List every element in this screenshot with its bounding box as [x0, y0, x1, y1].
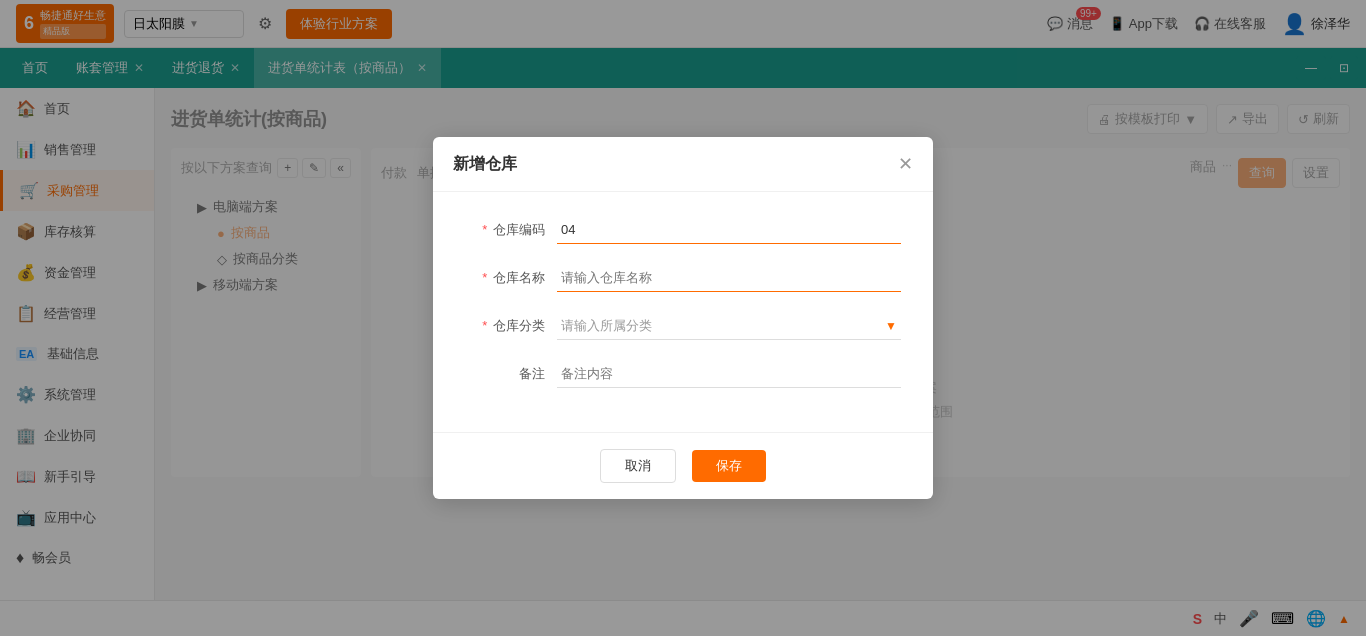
code-label-text: 仓库编码	[493, 222, 545, 237]
save-button[interactable]: 保存	[692, 450, 766, 482]
name-label-text: 仓库名称	[493, 270, 545, 285]
modal-overlay: 新增仓库 ✕ * 仓库编码 *	[155, 88, 1366, 636]
category-label: * 仓库分类	[465, 317, 545, 335]
category-row: * 仓库分类 请输入所属分类 ▼	[465, 312, 901, 340]
name-label: * 仓库名称	[465, 269, 545, 287]
name-row: * 仓库名称	[465, 264, 901, 292]
modal-close-button[interactable]: ✕	[898, 153, 913, 175]
category-label-text: 仓库分类	[493, 318, 545, 333]
note-label: 备注	[465, 365, 545, 383]
content-area: 进货单统计(按商品) 🖨 按模板打印 ▼ ↗ 导出 ↺ 刷新	[155, 88, 1366, 636]
name-required-mark: *	[482, 270, 487, 285]
main-layout: 🏠 首页 📊 销售管理 🛒 采购管理 📦 库存核算 💰 资金管理 📋 经营管理 …	[0, 88, 1366, 636]
cancel-button[interactable]: 取消	[600, 449, 676, 483]
new-warehouse-modal: 新增仓库 ✕ * 仓库编码 *	[433, 137, 933, 499]
code-required-mark: *	[482, 222, 487, 237]
code-label: * 仓库编码	[465, 221, 545, 239]
category-select[interactable]: 请输入所属分类	[557, 312, 901, 340]
modal-body: * 仓库编码 * 仓库名称	[433, 192, 933, 432]
category-select-wrapper: 请输入所属分类 ▼	[557, 312, 901, 340]
note-row: 备注	[465, 360, 901, 388]
note-input[interactable]	[557, 360, 901, 388]
name-input[interactable]	[557, 264, 901, 292]
modal-title: 新增仓库	[453, 154, 517, 175]
code-row: * 仓库编码	[465, 216, 901, 244]
note-label-text: 备注	[519, 366, 545, 381]
category-required-mark: *	[482, 318, 487, 333]
modal-header: 新增仓库 ✕	[433, 137, 933, 192]
code-input[interactable]	[557, 216, 901, 244]
modal-footer: 取消 保存	[433, 432, 933, 499]
